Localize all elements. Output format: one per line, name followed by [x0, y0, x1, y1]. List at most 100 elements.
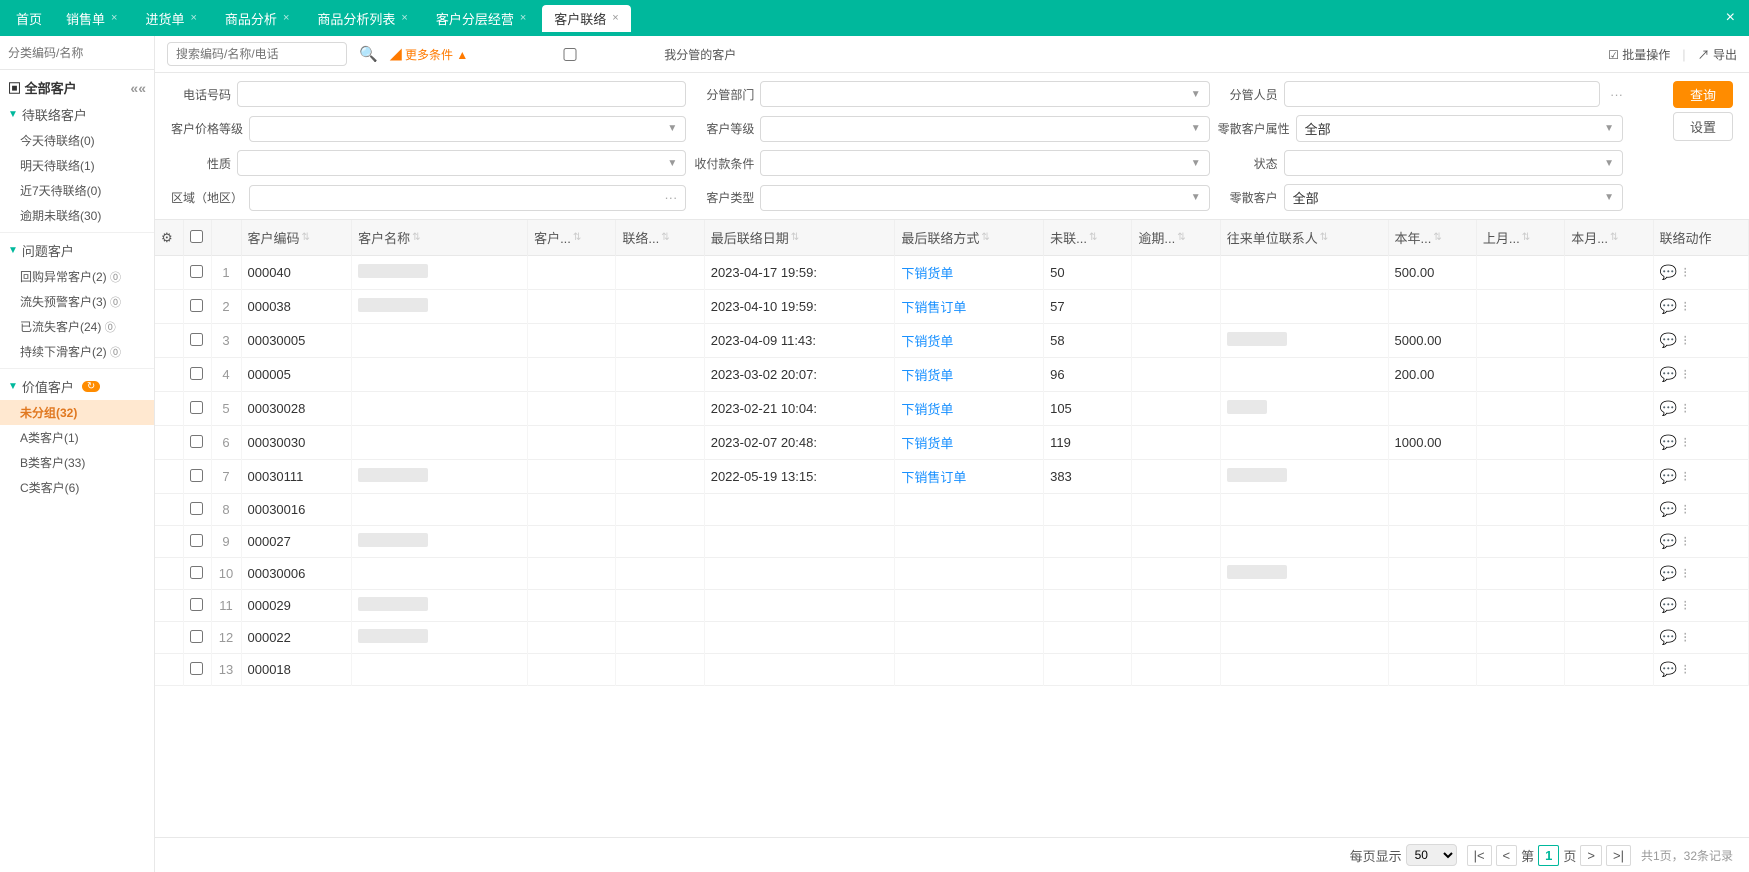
row-check-cell[interactable]	[183, 290, 211, 324]
col-overdue[interactable]: 逾期... ⇅	[1132, 220, 1220, 256]
contact-icon[interactable]: 💬	[1660, 597, 1677, 614]
table-scroll[interactable]: ⚙ 客户编码 ⇅ 客户名称 ⇅ 客户... ⇅ 联络... ⇅ 最后联络日期 ⇅…	[155, 220, 1749, 837]
area-more-icon[interactable]: ···	[664, 190, 677, 205]
row-checkbox[interactable]	[190, 367, 203, 380]
row-check-cell[interactable]	[183, 494, 211, 526]
row-checkbox[interactable]	[190, 534, 203, 547]
sidebar-search-input[interactable]	[8, 46, 155, 60]
row-last-method[interactable]	[895, 494, 1044, 526]
row-check-cell[interactable]	[183, 256, 211, 290]
filter-search-icon[interactable]: 🔍	[359, 45, 378, 63]
group-pending[interactable]: ▼ 待联络客户	[0, 101, 154, 128]
grid-icon[interactable]: ⁝	[1683, 565, 1687, 582]
more-conditions-button[interactable]: ◢ 更多条件 ▲	[390, 46, 469, 63]
sidebar-item-group-c[interactable]: C类客户(6)	[0, 475, 154, 500]
row-last-method[interactable]: 下销货单	[895, 392, 1044, 426]
sidebar-item-lost-risk[interactable]: 流失预警客户(3) ⓪	[0, 289, 154, 314]
grid-icon[interactable]: ⁝	[1683, 298, 1687, 315]
filter-select-grade[interactable]: ▼	[760, 116, 1209, 142]
batch-op-button[interactable]: ☑ 批量操作	[1608, 46, 1670, 63]
first-page-button[interactable]: |<	[1467, 845, 1492, 866]
row-last-method[interactable]	[895, 654, 1044, 686]
sidebar-item-7days[interactable]: 近7天待联络(0)	[0, 178, 154, 203]
grid-icon[interactable]: ⁝	[1683, 533, 1687, 550]
query-button[interactable]: 查询	[1673, 81, 1733, 108]
sidebar-item-today[interactable]: 今天待联络(0)	[0, 128, 154, 153]
window-close-button[interactable]: ×	[1720, 7, 1741, 29]
select-all-checkbox[interactable]	[190, 230, 203, 243]
row-checkbox[interactable]	[190, 662, 203, 675]
col-last-date[interactable]: 最后联络日期 ⇅	[704, 220, 895, 256]
nav-analysis-list[interactable]: 商品分析列表 ×	[305, 5, 419, 32]
search-input[interactable]	[167, 42, 347, 66]
grid-icon[interactable]: ⁝	[1683, 264, 1687, 281]
row-checkbox[interactable]	[190, 435, 203, 448]
row-check-cell[interactable]	[183, 324, 211, 358]
filter-select-price-grade[interactable]: ▼	[249, 116, 686, 142]
nav-home[interactable]: 首页	[8, 5, 50, 32]
col-code[interactable]: 客户编码 ⇅	[241, 220, 352, 256]
filter-select-customer-type[interactable]: ▼	[760, 185, 1209, 211]
contact-icon[interactable]: 💬	[1660, 332, 1677, 349]
filter-input-manager[interactable]	[1284, 81, 1600, 107]
grid-icon[interactable]: ⁝	[1683, 501, 1687, 518]
row-checkbox[interactable]	[190, 401, 203, 414]
row-check-cell[interactable]	[183, 654, 211, 686]
grid-icon[interactable]: ⁝	[1683, 468, 1687, 485]
contact-icon[interactable]: 💬	[1660, 629, 1677, 646]
row-last-method[interactable]: 下销货单	[895, 324, 1044, 358]
nav-purchase[interactable]: 进货单 ×	[133, 5, 208, 32]
row-check-cell[interactable]	[183, 426, 211, 460]
contact-icon[interactable]: 💬	[1660, 400, 1677, 417]
row-last-method[interactable]	[895, 590, 1044, 622]
prev-page-button[interactable]: <	[1496, 845, 1518, 866]
row-last-method[interactable]: 下销货单	[895, 256, 1044, 290]
filter-select-payment[interactable]: ▼	[760, 150, 1209, 176]
row-check-cell[interactable]	[183, 622, 211, 654]
contact-icon[interactable]: 💬	[1660, 565, 1677, 582]
grid-icon[interactable]: ⁝	[1683, 434, 1687, 451]
col-no-contact[interactable]: 未联... ⇅	[1044, 220, 1132, 256]
filter-input-phone[interactable]	[237, 81, 686, 107]
row-checkbox[interactable]	[190, 502, 203, 515]
col-gear[interactable]: ⚙	[155, 220, 183, 256]
sidebar-item-group-a[interactable]: A类客户(1)	[0, 425, 154, 450]
sidebar-item-down[interactable]: 持续下滑客户(2) ⓪	[0, 339, 154, 364]
group-value[interactable]: ▼ 价值客户 ↻	[0, 373, 154, 400]
close-customer-segment-icon[interactable]: ×	[520, 12, 526, 24]
filter-select-nature[interactable]: ▼	[237, 150, 686, 176]
filter-select-scatter[interactable]: 全部 ▼	[1284, 184, 1623, 211]
row-check-cell[interactable]	[183, 392, 211, 426]
row-last-method[interactable]: 下销货单	[895, 358, 1044, 392]
export-button[interactable]: ↗ 导出	[1698, 46, 1737, 63]
close-analysis-list-icon[interactable]: ×	[401, 12, 407, 24]
filter-select-area[interactable]: ···	[249, 185, 686, 211]
col-last-method[interactable]: 最后联络方式 ⇅	[895, 220, 1044, 256]
row-checkbox[interactable]	[190, 469, 203, 482]
per-page-select[interactable]: 50 100 200	[1406, 844, 1457, 866]
nav-customer-contact[interactable]: 客户联络 ×	[542, 5, 630, 32]
grid-icon[interactable]: ⁝	[1683, 332, 1687, 349]
row-last-method[interactable]: 下销售订单	[895, 290, 1044, 324]
col-trade-contact[interactable]: 往来单位联系人 ⇅	[1220, 220, 1388, 256]
row-checkbox[interactable]	[190, 598, 203, 611]
close-sales-icon[interactable]: ×	[111, 12, 117, 24]
row-checkbox[interactable]	[190, 333, 203, 346]
row-last-method[interactable]	[895, 622, 1044, 654]
last-page-button[interactable]: >|	[1606, 845, 1631, 866]
sidebar-item-overdue[interactable]: 逾期未联络(30)	[0, 203, 154, 228]
nav-sales[interactable]: 销售单 ×	[54, 5, 129, 32]
group-problem[interactable]: ▼ 问题客户	[0, 237, 154, 264]
nav-analysis[interactable]: 商品分析 ×	[213, 5, 301, 32]
sidebar-item-tomorrow[interactable]: 明天待联络(1)	[0, 153, 154, 178]
contact-icon[interactable]: 💬	[1660, 264, 1677, 281]
row-checkbox[interactable]	[190, 299, 203, 312]
nav-customer-segment[interactable]: 客户分层经营 ×	[424, 5, 538, 32]
row-check-cell[interactable]	[183, 460, 211, 494]
row-last-method[interactable]: 下销货单	[895, 426, 1044, 460]
contact-icon[interactable]: 💬	[1660, 501, 1677, 518]
col-contact[interactable]: 联络... ⇅	[616, 220, 704, 256]
filter-select-scatter-attr[interactable]: 全部 ▼	[1296, 115, 1623, 142]
contact-icon[interactable]: 💬	[1660, 468, 1677, 485]
filter-select-dept[interactable]: ▼	[760, 81, 1209, 107]
